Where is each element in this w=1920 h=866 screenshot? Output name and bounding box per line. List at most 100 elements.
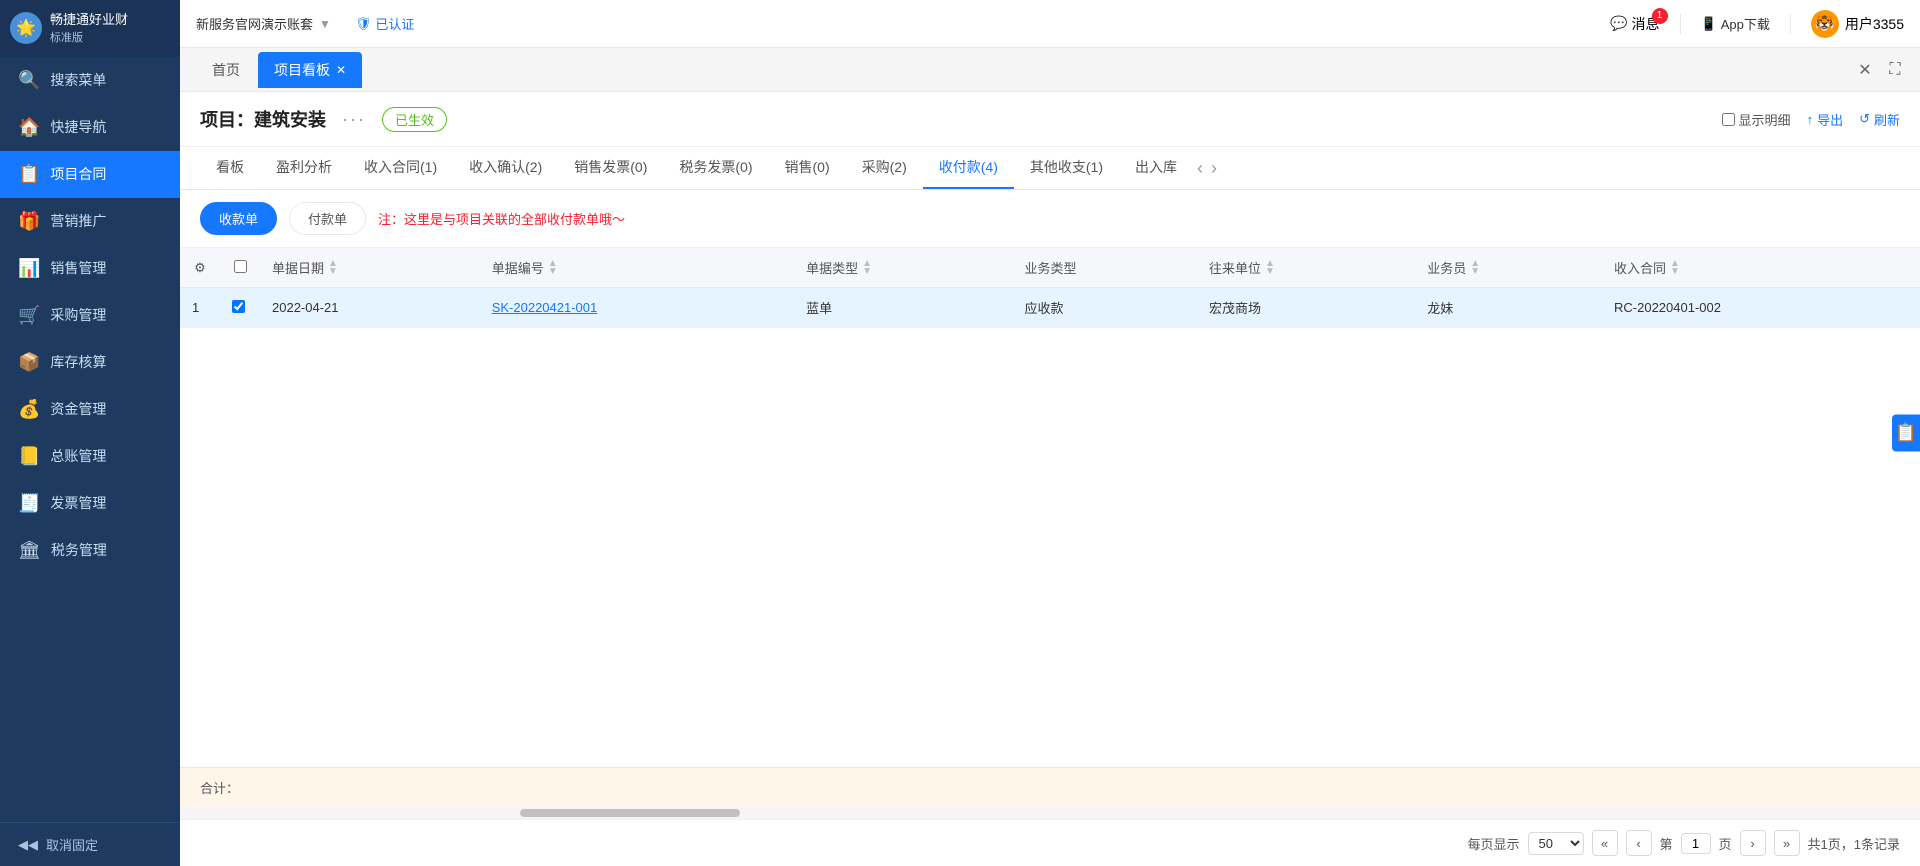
subnav-prev-arrow[interactable]: ‹	[1193, 158, 1207, 179]
settings-icon[interactable]: ⚙	[194, 260, 206, 275]
sort-icon-partner: ▲▼	[1265, 260, 1275, 276]
subtab-payment-button[interactable]: 付款单	[289, 202, 366, 235]
export-button[interactable]: ↑ 导出	[1807, 110, 1844, 129]
export-label: 导出	[1817, 110, 1843, 129]
avatar: 🐯	[1811, 10, 1839, 38]
subnav-sales[interactable]: 销售(0)	[769, 147, 846, 189]
user-label: 用户3355	[1845, 14, 1904, 34]
page-input[interactable]	[1681, 833, 1711, 854]
per-page-label: 每页显示	[1467, 834, 1519, 853]
marketing-icon: 🎁	[18, 211, 40, 232]
subnav-tax-invoice[interactable]: 税务发票(0)	[663, 147, 768, 189]
data-table: ⚙ 单据日期 ▲▼ 单据编号	[180, 248, 1920, 328]
footer-total-label: 合计：	[200, 781, 239, 796]
per-page-select[interactable]: 50 100 200	[1528, 832, 1584, 855]
app-download-button[interactable]: 📱 App下载	[1701, 14, 1770, 33]
sidebar-item-quicknav[interactable]: 🏠 快捷导航	[0, 104, 180, 151]
maximize-window-button[interactable]: ⛶	[1886, 61, 1904, 79]
sidebar-item-tax[interactable]: 🏛 税务管理	[0, 527, 180, 574]
subnav-next-arrow[interactable]: ›	[1207, 158, 1221, 179]
subnav-other[interactable]: 其他收支(1)	[1014, 147, 1119, 189]
settings-th[interactable]: ⚙	[180, 248, 220, 288]
sidebar-item-sales[interactable]: 📊 销售管理	[0, 245, 180, 292]
sidebar-item-label: 采购管理	[50, 305, 106, 325]
row-checkbox[interactable]	[220, 288, 260, 328]
user-button[interactable]: 🐯 用户3355	[1811, 10, 1904, 38]
sidebar-item-invoice[interactable]: 🧾 发票管理	[0, 480, 180, 527]
tax-icon: 🏛	[18, 540, 41, 561]
message-button[interactable]: 💬 消息 1	[1610, 14, 1659, 34]
table-container: ⚙ 单据日期 ▲▼ 单据编号	[180, 248, 1920, 767]
sort-icon-number: ▲▼	[548, 260, 558, 276]
sidebar-item-search[interactable]: 🔍 搜索菜单	[0, 57, 180, 104]
unpin-icon: ◀◀	[18, 837, 38, 853]
sidebar-item-funds[interactable]: 💰 资金管理	[0, 386, 180, 433]
prev-page-button[interactable]: ‹	[1626, 830, 1652, 856]
project-header: 项目： 建筑安装 ··· 已生效 显示明细 ↑ 导出 ↺ 刷新	[180, 92, 1920, 147]
subtab-receipt-button[interactable]: 收款单	[200, 202, 277, 235]
tab-project-board[interactable]: 项目看板 ✕	[258, 52, 362, 88]
row-number[interactable]: SK-20220421-001	[480, 288, 794, 328]
account-selector[interactable]: 新服务官网演示账套 ▼	[196, 14, 331, 33]
contract-icon: 📋	[18, 164, 40, 185]
sidebar-item-label: 总账管理	[50, 446, 106, 466]
tab-home[interactable]: 首页	[196, 52, 256, 88]
sidebar-item-label: 库存核算	[50, 352, 106, 372]
sidebar-item-marketing[interactable]: 🎁 营销推广	[0, 198, 180, 245]
th-biz-type: 业务类型	[1012, 248, 1197, 288]
refresh-button[interactable]: ↺ 刷新	[1859, 110, 1900, 129]
subtabs: 收款单 付款单 注：这里是与项目关联的全部收付款单哦～	[180, 190, 1920, 248]
subnav-sales-invoice[interactable]: 销售发票(0)	[558, 147, 663, 189]
sidebar-item-ledger[interactable]: 📒 总账管理	[0, 433, 180, 480]
subnav-kanban[interactable]: 看板	[200, 147, 260, 189]
sidebar-item-purchase[interactable]: 🛒 采购管理	[0, 292, 180, 339]
message-icon: 💬	[1610, 15, 1627, 32]
funds-icon: 💰	[18, 399, 40, 420]
sort-icon-date: ▲▼	[328, 260, 338, 276]
th-date[interactable]: 单据日期 ▲▼	[260, 248, 480, 288]
horizontal-scrollbar[interactable]	[180, 807, 1920, 819]
first-page-button[interactable]: «	[1592, 830, 1618, 856]
th-income-contract[interactable]: 收入合同 ▲▼	[1602, 248, 1920, 288]
table-row[interactable]: 1 2022-04-21 SK-20220421-001 蓝单 应收款 宏茂商场…	[180, 288, 1920, 328]
checkbox-th[interactable]	[220, 248, 260, 288]
project-more-button[interactable]: ···	[342, 109, 366, 130]
message-badge: 1	[1652, 8, 1668, 24]
th-partner[interactable]: 往来单位 ▲▼	[1197, 248, 1415, 288]
close-window-button[interactable]: ✕	[1856, 61, 1874, 79]
sidebar-item-inventory[interactable]: 📦 库存核算	[0, 339, 180, 386]
last-page-button[interactable]: »	[1774, 830, 1800, 856]
home-icon: 🏠	[18, 117, 40, 138]
th-type[interactable]: 单据类型 ▲▼	[794, 248, 1012, 288]
sidebar-item-contract[interactable]: 📋 项目合同	[0, 151, 180, 198]
subtabs-note: 注：这里是与项目关联的全部收付款单哦～	[378, 209, 625, 228]
th-salesperson[interactable]: 业务员 ▲▼	[1415, 248, 1602, 288]
tab-close-icon[interactable]: ✕	[336, 64, 346, 76]
project-actions: 显示明细 ↑ 导出 ↺ 刷新	[1722, 110, 1900, 129]
unpin-button[interactable]: ◀◀ 取消固定	[0, 822, 180, 866]
row-number-link[interactable]: SK-20220421-001	[492, 300, 598, 315]
table-footer: 合计：	[180, 767, 1920, 807]
subnav-inout[interactable]: 出入库	[1119, 147, 1193, 189]
sidebar-item-label: 资金管理	[50, 399, 106, 419]
right-float-panel[interactable]: 📋	[1892, 415, 1920, 452]
th-number[interactable]: 单据编号 ▲▼	[480, 248, 794, 288]
sidebar-item-label: 销售管理	[50, 258, 106, 278]
subnav-purchase[interactable]: 采购(2)	[846, 147, 923, 189]
row-partner: 宏茂商场	[1197, 288, 1415, 328]
subnav-income-contract[interactable]: 收入合同(1)	[348, 147, 453, 189]
subnav-profit[interactable]: 盈利分析	[260, 147, 348, 189]
next-page-button[interactable]: ›	[1740, 830, 1766, 856]
show-detail-input[interactable]	[1722, 113, 1735, 126]
pagination: 每页显示 50 100 200 « ‹ 第 页 › » 共1页，1条记录	[180, 819, 1920, 866]
sidebar-item-label: 搜索菜单	[50, 70, 106, 90]
select-all-checkbox[interactable]	[234, 260, 247, 273]
project-name: 建筑安装	[254, 106, 326, 132]
subnav-income-confirm[interactable]: 收入确认(2)	[453, 147, 558, 189]
row-income-contract: RC-20220401-002	[1602, 288, 1920, 328]
show-detail-checkbox[interactable]: 显示明细	[1722, 110, 1791, 129]
th-number-label: 单据编号	[492, 258, 544, 277]
subnav-receipt[interactable]: 收付款(4)	[923, 147, 1014, 189]
row-select-checkbox[interactable]	[232, 300, 245, 313]
scrollbar-thumb[interactable]	[520, 809, 740, 817]
